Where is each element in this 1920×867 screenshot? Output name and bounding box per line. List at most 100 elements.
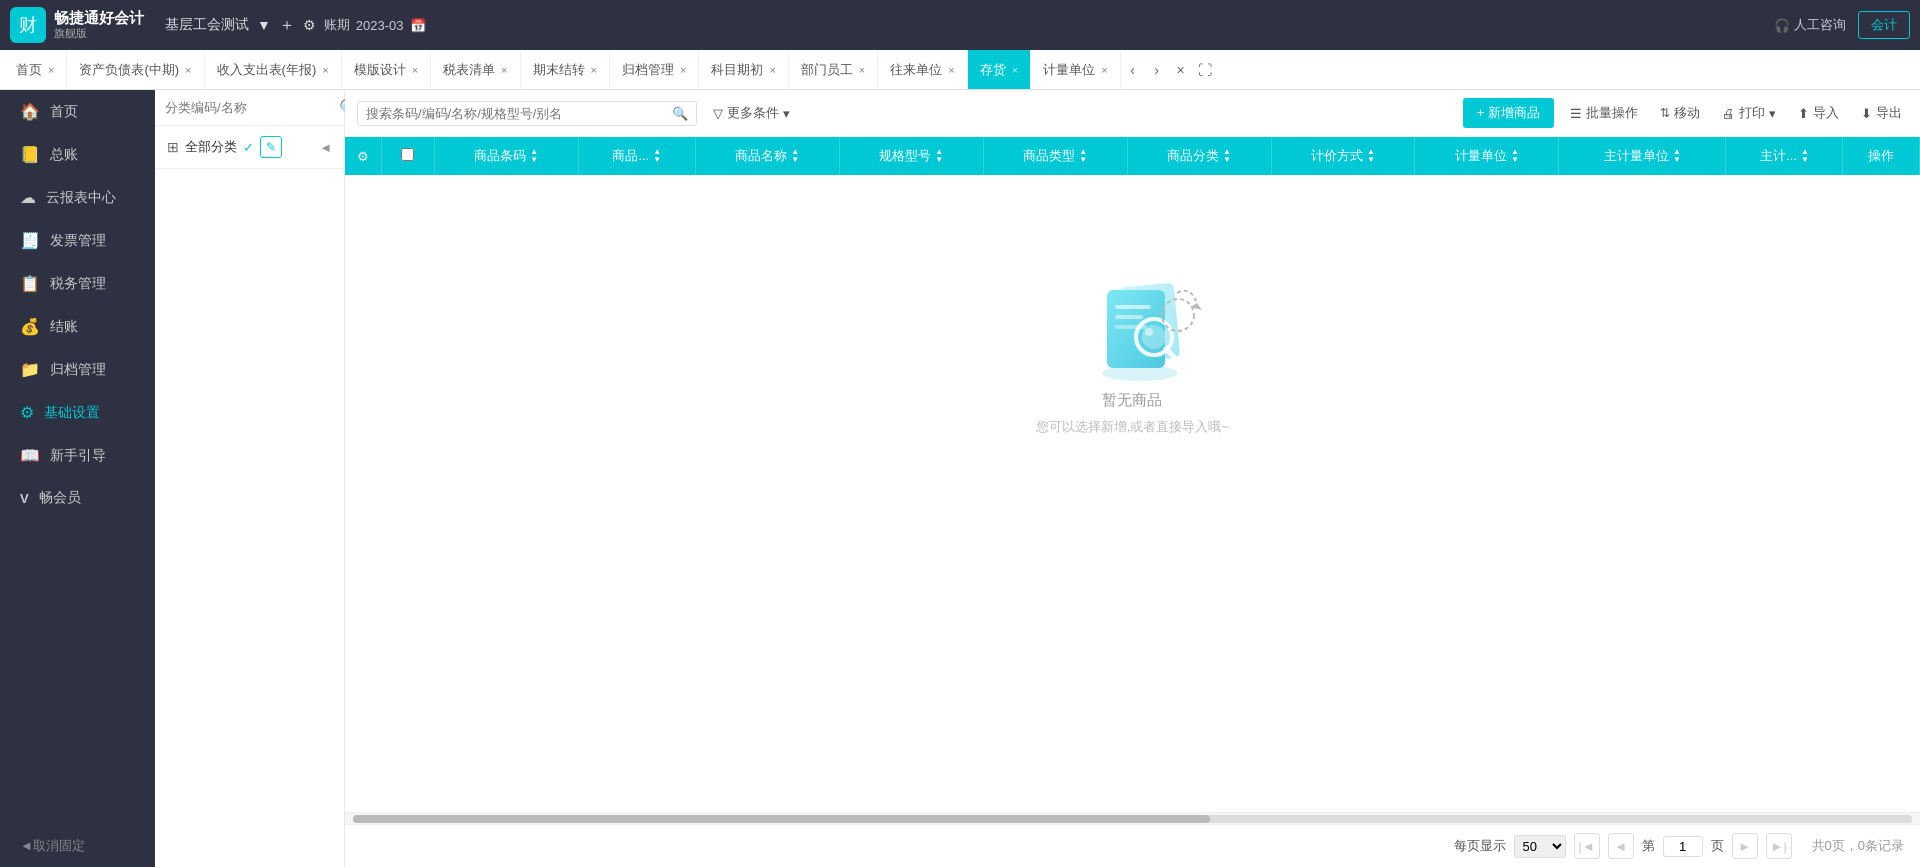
dropdown-icon[interactable]: ▼: [257, 17, 271, 33]
import-label: 导入: [1813, 104, 1839, 122]
th-main-calc[interactable]: 主计...▲▼: [1726, 137, 1843, 175]
th-code[interactable]: 商品...▲▼: [578, 137, 695, 175]
next-page-btn[interactable]: ►: [1732, 833, 1758, 859]
per-page-select[interactable]: 50 100 200: [1514, 835, 1566, 858]
sidebar-label-guide: 新手引导: [50, 447, 106, 465]
company-name[interactable]: 基层工会测试: [165, 16, 249, 34]
sidebar-item-ledger[interactable]: 📒 总账: [0, 133, 155, 176]
th-main-unit[interactable]: 主计量单位▲▼: [1559, 137, 1726, 175]
tab-收入支出表[interactable]: 收入支出表(年报) ×: [205, 50, 342, 90]
th-unit[interactable]: 计量单位▲▼: [1415, 137, 1559, 175]
sidebar-item-vip[interactable]: V 畅会员: [0, 477, 155, 519]
tab-next-btn[interactable]: ›: [1145, 50, 1169, 90]
tab-close-all-btn[interactable]: ×: [1169, 50, 1193, 90]
horizontal-scroll[interactable]: [345, 812, 1920, 824]
tab-存货[interactable]: 存货 ×: [968, 50, 1031, 90]
product-table: ⚙ 商品条码▲▼ 商品...▲▼ 商品名称▲▼: [345, 137, 1920, 516]
settings-icon: ⚙: [20, 403, 34, 422]
search-input[interactable]: [366, 106, 666, 121]
sidebar-item-reports[interactable]: ☁ 云报表中心: [0, 176, 155, 219]
tab-税表清单[interactable]: 税表清单 ×: [431, 50, 520, 90]
tab-close[interactable]: ×: [591, 64, 597, 76]
category-check-icon: ✓: [243, 140, 254, 155]
th-settings[interactable]: ⚙: [345, 137, 381, 175]
tab-close-首页[interactable]: ×: [48, 64, 54, 76]
category-edit-btn[interactable]: ✎: [260, 136, 282, 158]
tax-icon: 📋: [20, 274, 40, 293]
tab-label: 归档管理: [622, 61, 674, 79]
tab-close[interactable]: ×: [680, 64, 686, 76]
th-checkbox[interactable]: [381, 137, 434, 175]
tab-close[interactable]: ×: [948, 64, 954, 76]
home-icon: 🏠: [20, 102, 40, 121]
tab-label: 税表清单: [443, 61, 495, 79]
service-btn[interactable]: 🎧 人工咨询: [1774, 16, 1846, 34]
export-btn[interactable]: ⬇ 导出: [1855, 100, 1908, 126]
select-all-checkbox[interactable]: [401, 148, 414, 161]
print-arrow: ▾: [1769, 106, 1776, 121]
kuaiji-button[interactable]: 会计: [1858, 11, 1910, 39]
tab-close[interactable]: ×: [501, 64, 507, 76]
add-product-btn[interactable]: + 新增商品: [1463, 98, 1554, 128]
th-spec[interactable]: 规格型号▲▼: [839, 137, 983, 175]
tab-close-存货[interactable]: ×: [1012, 64, 1018, 76]
sidebar-item-guide[interactable]: 📖 新手引导: [0, 434, 155, 477]
main-layout: 🏠 首页 📒 总账 ☁ 云报表中心 🧾 发票管理 📋 税务管理 💰 结账 📁 归…: [0, 90, 1920, 867]
tab-close[interactable]: ×: [322, 64, 328, 76]
batch-op-btn[interactable]: ☰ 批量操作: [1564, 100, 1644, 126]
tab-资产负债表[interactable]: 资产负债表(中期) ×: [67, 50, 204, 90]
batch-icon: ☰: [1570, 106, 1582, 121]
page-number-input[interactable]: [1663, 836, 1703, 857]
tab-close[interactable]: ×: [1101, 64, 1107, 76]
print-btn[interactable]: 🖨 打印 ▾: [1716, 100, 1782, 126]
tab-close[interactable]: ×: [769, 64, 775, 76]
th-type[interactable]: 商品类型▲▼: [983, 137, 1127, 175]
period-value[interactable]: 2023-03: [356, 18, 404, 33]
tab-科目期初[interactable]: 科目期初 ×: [699, 50, 788, 90]
last-page-btn[interactable]: ►|: [1766, 833, 1792, 859]
tab-close[interactable]: ×: [859, 64, 865, 76]
prev-page-btn[interactable]: ◄: [1608, 833, 1634, 859]
settings-icon[interactable]: ⚙: [303, 17, 316, 33]
cancel-fixed-btn[interactable]: ◄取消固定: [0, 825, 155, 867]
sidebar-item-archive[interactable]: 📁 归档管理: [0, 348, 155, 391]
pagination-bar: 每页显示 50 100 200 |◄ ◄ 第 页 ► ►| 共0页，0条记录: [345, 824, 1920, 867]
collapse-icon[interactable]: ◄: [319, 140, 332, 155]
move-btn[interactable]: ⇅ 移动: [1654, 100, 1706, 126]
th-name[interactable]: 商品名称▲▼: [695, 137, 839, 175]
tab-归档管理[interactable]: 归档管理 ×: [610, 50, 699, 90]
all-category-item[interactable]: ⊞ 全部分类 ✓ ✎ ◄: [155, 126, 344, 169]
sidebar-item-home[interactable]: 🏠 首页: [0, 90, 155, 133]
category-search-input[interactable]: [165, 100, 333, 115]
tab-expand-btn[interactable]: ⛶: [1193, 50, 1217, 90]
more-filter-btn[interactable]: ▽ 更多条件 ▾: [705, 100, 798, 126]
sidebar-item-settings[interactable]: ⚙ 基础设置: [0, 391, 155, 434]
search-icon[interactable]: 🔍: [672, 106, 688, 121]
sidebar-item-tax[interactable]: 📋 税务管理: [0, 262, 155, 305]
sidebar-label-archive: 归档管理: [50, 361, 106, 379]
calendar-icon[interactable]: 📅: [410, 18, 426, 33]
first-page-btn[interactable]: |◄: [1574, 833, 1600, 859]
app-name: 畅捷通好会计: [54, 9, 144, 27]
tab-期末结转[interactable]: 期末结转 ×: [521, 50, 610, 90]
tab-首页[interactable]: 首页 ×: [4, 50, 67, 90]
tab-计量单位[interactable]: 计量单位 ×: [1031, 50, 1120, 90]
th-barcode[interactable]: 商品条码▲▼: [434, 137, 578, 175]
tab-close[interactable]: ×: [185, 64, 191, 76]
th-category[interactable]: 商品分类▲▼: [1127, 137, 1271, 175]
add-tab-btn[interactable]: ＋: [279, 15, 295, 36]
sidebar-item-invoice[interactable]: 🧾 发票管理: [0, 219, 155, 262]
tab-部门员工[interactable]: 部门员工 ×: [789, 50, 878, 90]
tab-prev-btn[interactable]: ‹: [1121, 50, 1145, 90]
empty-svg: [1072, 255, 1212, 395]
category-search-area: 🔍: [155, 90, 344, 126]
grid-icon: ⊞: [167, 139, 179, 155]
sidebar-item-close[interactable]: 💰 结账: [0, 305, 155, 348]
import-icon: ⬆: [1798, 106, 1809, 121]
import-btn[interactable]: ⬆ 导入: [1792, 100, 1845, 126]
tab-模版设计[interactable]: 模版设计 ×: [342, 50, 431, 90]
company-area: 基层工会测试 ▼ ＋ ⚙ 账期 2023-03 📅: [165, 15, 1774, 36]
tab-close[interactable]: ×: [412, 64, 418, 76]
tab-往来单位[interactable]: 往来单位 ×: [878, 50, 967, 90]
th-price-method[interactable]: 计价方式▲▼: [1271, 137, 1415, 175]
